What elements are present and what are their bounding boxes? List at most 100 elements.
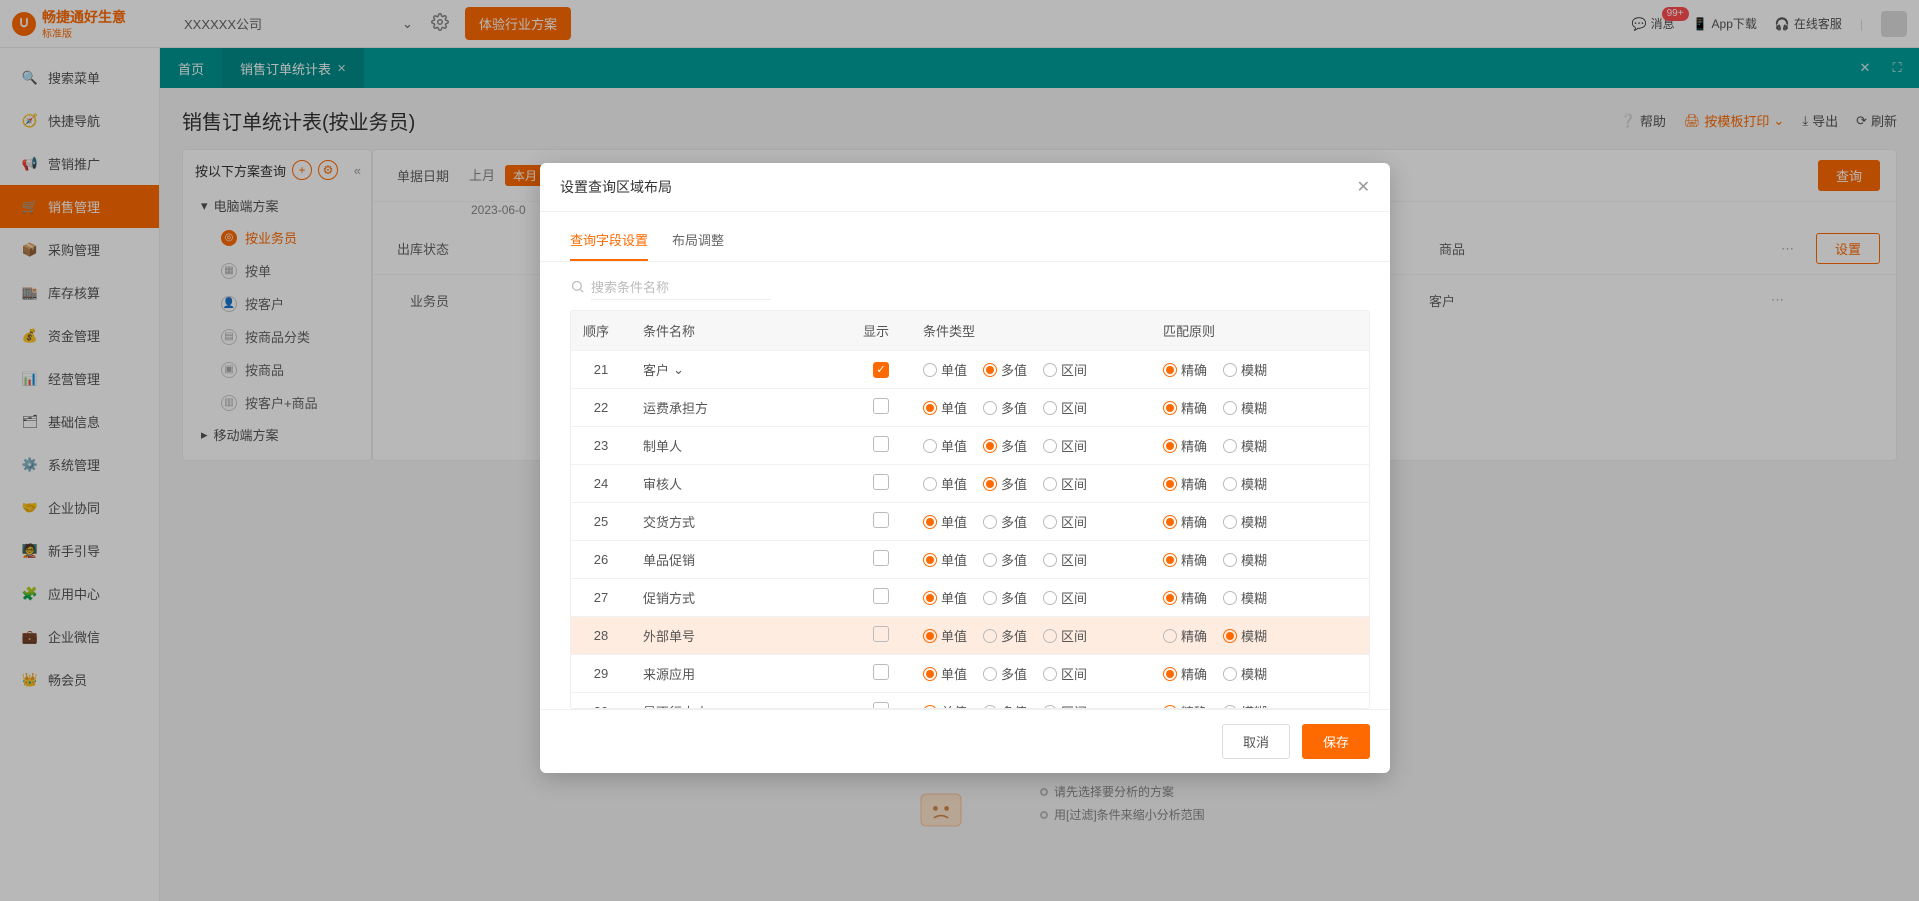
type-radio-group: 单值 多值 区间	[923, 588, 1139, 607]
match-radio-group: 精确 模糊	[1163, 664, 1357, 683]
modal-tab-layout[interactable]: 布局调整	[672, 222, 724, 261]
show-checkbox[interactable]	[873, 626, 889, 642]
condition-name-expandable[interactable]: 客户⌄	[643, 360, 684, 379]
type-range-radio[interactable]: 区间	[1043, 474, 1087, 493]
type-single-radio[interactable]: 单值	[923, 360, 967, 379]
match-exact-radio[interactable]: 精确	[1163, 512, 1207, 531]
match-exact-radio[interactable]: 精确	[1163, 436, 1207, 455]
type-radio-group: 单值 多值 区间	[923, 550, 1139, 569]
match-fuzzy-radio[interactable]: 模糊	[1223, 474, 1267, 493]
type-range-radio[interactable]: 区间	[1043, 588, 1087, 607]
type-range-radio[interactable]: 区间	[1043, 626, 1087, 645]
modal-tab-query-fields[interactable]: 查询字段设置	[570, 222, 648, 261]
radio-icon	[983, 477, 997, 491]
type-radio-group: 单值 多值 区间	[923, 512, 1139, 531]
type-range-radio[interactable]: 区间	[1043, 436, 1087, 455]
type-single-radio[interactable]: 单值	[923, 398, 967, 417]
match-exact-radio[interactable]: 精确	[1163, 626, 1207, 645]
type-multi-radio[interactable]: 多值	[983, 550, 1027, 569]
show-checkbox[interactable]	[873, 436, 889, 452]
type-single-radio[interactable]: 单值	[923, 702, 967, 708]
match-fuzzy-radio[interactable]: 模糊	[1223, 702, 1267, 708]
col-type-header: 条件类型	[911, 311, 1151, 351]
radio-icon	[923, 515, 937, 529]
type-multi-radio[interactable]: 多值	[983, 512, 1027, 531]
condition-row: 21 客户⌄ ✓ 单值 多值 区间 精确 模糊	[571, 351, 1369, 389]
type-multi-radio[interactable]: 多值	[983, 474, 1027, 493]
radio-icon	[1163, 401, 1177, 415]
type-multi-radio[interactable]: 多值	[983, 398, 1027, 417]
type-range-radio[interactable]: 区间	[1043, 702, 1087, 708]
radio-icon	[1043, 401, 1057, 415]
radio-icon	[1223, 705, 1237, 709]
show-checkbox[interactable]	[873, 512, 889, 528]
type-single-radio[interactable]: 单值	[923, 588, 967, 607]
type-multi-radio[interactable]: 多值	[983, 702, 1027, 708]
condition-row: 25 交货方式 单值 多值 区间 精确 模糊	[571, 503, 1369, 541]
type-multi-radio[interactable]: 多值	[983, 588, 1027, 607]
type-range-radio[interactable]: 区间	[1043, 664, 1087, 683]
radio-icon	[1043, 363, 1057, 377]
condition-name: 制单人	[643, 439, 682, 454]
type-multi-radio[interactable]: 多值	[983, 664, 1027, 683]
condition-search-input[interactable]	[591, 276, 771, 300]
match-fuzzy-radio[interactable]: 模糊	[1223, 626, 1267, 645]
match-fuzzy-radio[interactable]: 模糊	[1223, 588, 1267, 607]
radio-icon	[983, 553, 997, 567]
match-exact-radio[interactable]: 精确	[1163, 360, 1207, 379]
type-single-radio[interactable]: 单值	[923, 550, 967, 569]
radio-icon	[983, 591, 997, 605]
radio-icon	[1043, 439, 1057, 453]
condition-name: 是否行中止	[643, 705, 708, 708]
type-multi-radio[interactable]: 多值	[983, 626, 1027, 645]
type-multi-radio[interactable]: 多值	[983, 436, 1027, 455]
type-range-radio[interactable]: 区间	[1043, 398, 1087, 417]
match-exact-radio[interactable]: 精确	[1163, 588, 1207, 607]
match-exact-radio[interactable]: 精确	[1163, 664, 1207, 683]
type-radio-group: 单值 多值 区间	[923, 360, 1139, 379]
match-fuzzy-radio[interactable]: 模糊	[1223, 360, 1267, 379]
query-layout-settings-modal: 设置查询区域布局 ✕ 查询字段设置 布局调整 顺序 条件名称 显示 条	[540, 163, 1390, 773]
show-checkbox[interactable]	[873, 398, 889, 414]
radio-icon	[923, 363, 937, 377]
show-checkbox[interactable]	[873, 588, 889, 604]
match-exact-radio[interactable]: 精确	[1163, 702, 1207, 708]
match-fuzzy-radio[interactable]: 模糊	[1223, 664, 1267, 683]
show-checkbox[interactable]	[873, 702, 889, 708]
type-multi-radio[interactable]: 多值	[983, 360, 1027, 379]
cancel-button[interactable]: 取消	[1222, 724, 1290, 759]
match-exact-radio[interactable]: 精确	[1163, 398, 1207, 417]
modal-close-button[interactable]: ✕	[1357, 177, 1370, 197]
type-range-radio[interactable]: 区间	[1043, 550, 1087, 569]
condition-row: 30 是否行中止 单值 多值 区间 精确 模糊	[571, 693, 1369, 709]
type-range-radio[interactable]: 区间	[1043, 512, 1087, 531]
type-range-radio[interactable]: 区间	[1043, 360, 1087, 379]
show-checkbox[interactable]	[873, 664, 889, 680]
match-exact-radio[interactable]: 精确	[1163, 550, 1207, 569]
match-exact-radio[interactable]: 精确	[1163, 474, 1207, 493]
order-cell: 22	[571, 389, 631, 427]
type-single-radio[interactable]: 单值	[923, 474, 967, 493]
match-radio-group: 精确 模糊	[1163, 398, 1357, 417]
show-checkbox[interactable]: ✓	[873, 362, 889, 378]
radio-icon	[923, 439, 937, 453]
condition-row: 22 运费承担方 单值 多值 区间 精确 模糊	[571, 389, 1369, 427]
show-checkbox[interactable]	[873, 550, 889, 566]
match-fuzzy-radio[interactable]: 模糊	[1223, 550, 1267, 569]
type-radio-group: 单值 多值 区间	[923, 398, 1139, 417]
show-checkbox[interactable]	[873, 474, 889, 490]
type-single-radio[interactable]: 单值	[923, 512, 967, 531]
save-button[interactable]: 保存	[1302, 724, 1370, 759]
type-single-radio[interactable]: 单值	[923, 664, 967, 683]
match-fuzzy-radio[interactable]: 模糊	[1223, 398, 1267, 417]
match-fuzzy-radio[interactable]: 模糊	[1223, 512, 1267, 531]
type-single-radio[interactable]: 单值	[923, 626, 967, 645]
condition-row: 28 外部单号 单值 多值 区间 精确 模糊	[571, 617, 1369, 655]
radio-icon	[1223, 401, 1237, 415]
radio-icon	[1163, 629, 1177, 643]
radio-icon	[983, 515, 997, 529]
radio-icon	[1043, 591, 1057, 605]
match-fuzzy-radio[interactable]: 模糊	[1223, 436, 1267, 455]
type-single-radio[interactable]: 单值	[923, 436, 967, 455]
conditions-table-scroll[interactable]: 顺序 条件名称 显示 条件类型 匹配原则 21 客户⌄ ✓ 单值 多值 区间 精…	[571, 311, 1369, 708]
